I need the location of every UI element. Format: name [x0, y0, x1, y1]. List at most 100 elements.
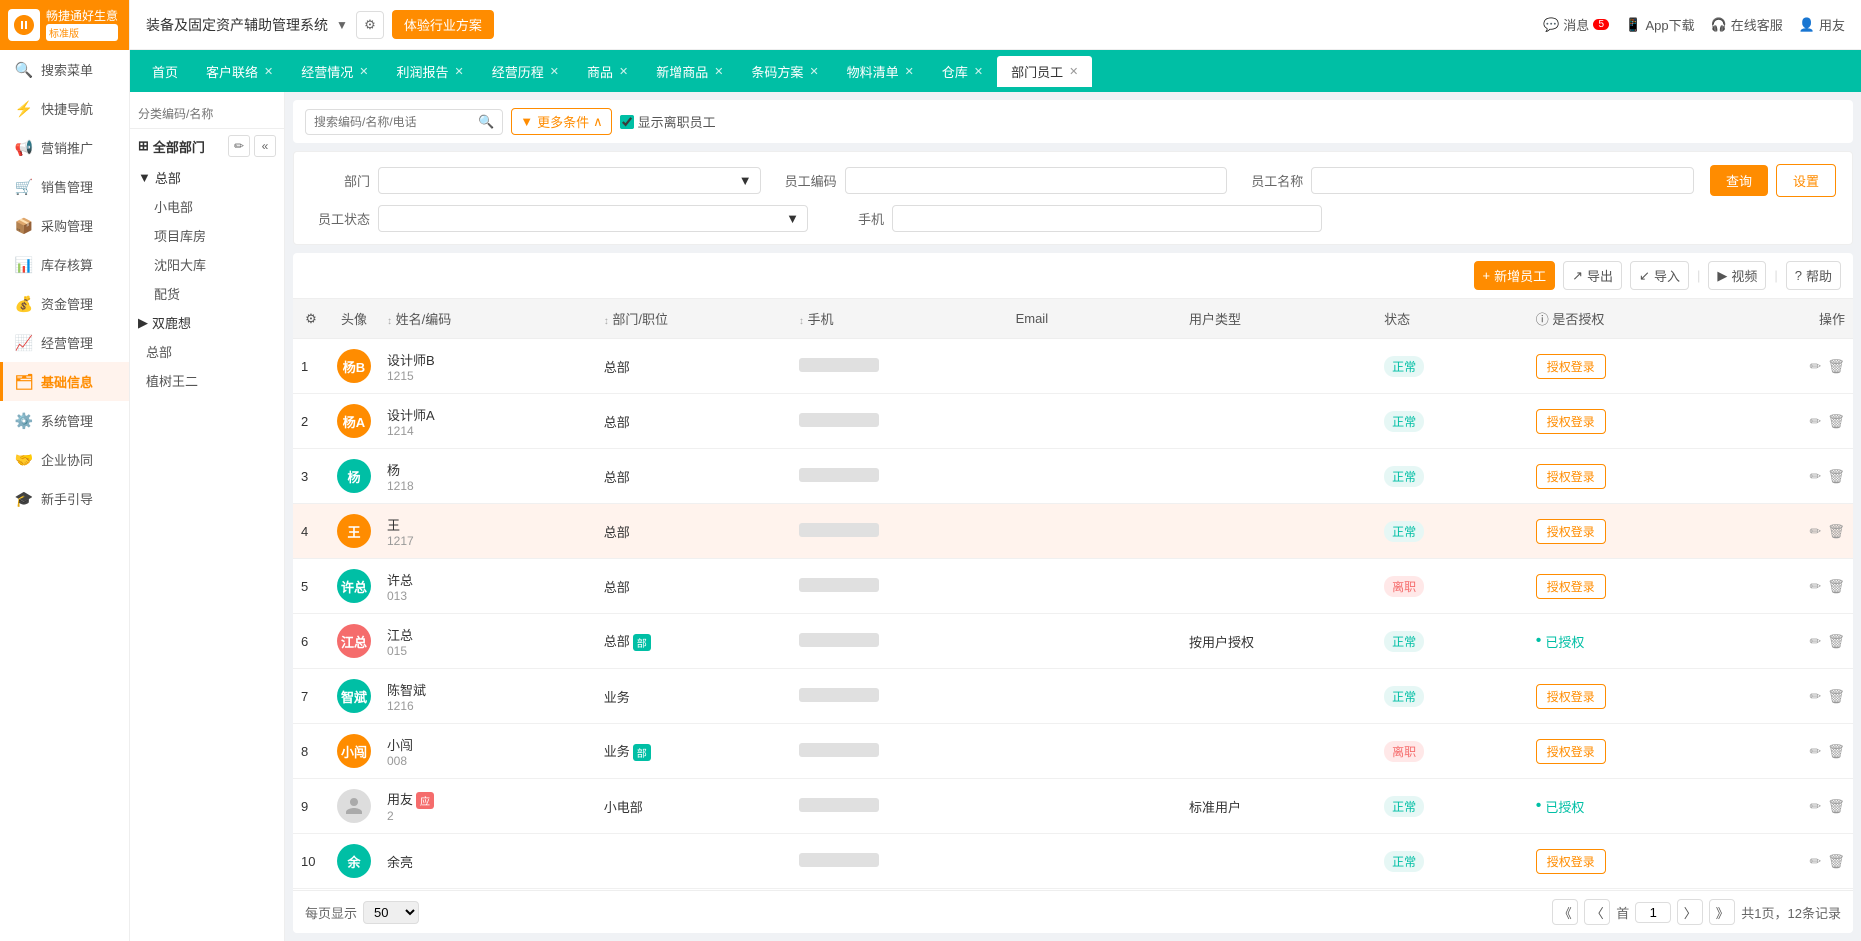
- settings-gear-btn[interactable]: ⚙: [356, 11, 384, 39]
- sidebar-item-purchase[interactable]: 📦 采购管理: [0, 206, 129, 245]
- delete-row-btn[interactable]: 🗑: [1827, 798, 1845, 815]
- dept-group-zongbu[interactable]: ▼ 总部: [130, 163, 284, 192]
- edit-row-btn[interactable]: ✏: [1809, 578, 1821, 595]
- dept-item-pumiu[interactable]: 植树王二: [130, 366, 284, 395]
- auth-login-btn[interactable]: 授权登录: [1536, 849, 1606, 874]
- edit-row-btn[interactable]: ✏: [1809, 798, 1821, 815]
- emp-code-input[interactable]: [845, 167, 1228, 194]
- delete-row-btn[interactable]: 🗑: [1827, 468, 1845, 485]
- auth-login-btn[interactable]: 授权登录: [1536, 574, 1606, 599]
- edit-row-btn[interactable]: ✏: [1809, 853, 1821, 870]
- tab-history[interactable]: 经营历程 ✕: [478, 56, 573, 87]
- edit-row-btn[interactable]: ✏: [1809, 358, 1821, 375]
- tab-operation-status[interactable]: 经营情况 ✕: [287, 56, 382, 87]
- tab-barcode-close[interactable]: ✕: [809, 65, 818, 78]
- dept-item-xiangmu[interactable]: 项目库房: [138, 221, 284, 250]
- last-page-btn[interactable]: 》: [1709, 899, 1735, 925]
- tab-add-goods-close[interactable]: ✕: [714, 65, 723, 78]
- auth-login-btn[interactable]: 授权登录: [1536, 739, 1606, 764]
- col-dept[interactable]: ↕ 部门/职位: [596, 299, 791, 339]
- topbar-dropdown[interactable]: ▼: [336, 18, 348, 32]
- delete-row-btn[interactable]: 🗑: [1827, 358, 1845, 375]
- app-download-btn[interactable]: 📱 App下载: [1625, 15, 1694, 34]
- col-settings[interactable]: ⚙: [293, 299, 329, 339]
- edit-row-btn[interactable]: ✏: [1809, 633, 1821, 650]
- dept-collapse-icon[interactable]: «: [254, 135, 276, 157]
- online-service-btn[interactable]: 🎧 在线客服: [1711, 15, 1783, 34]
- user-btn[interactable]: 👤 用友: [1799, 15, 1845, 34]
- emp-name-input[interactable]: [1311, 167, 1694, 194]
- delete-row-btn[interactable]: 🗑: [1827, 523, 1845, 540]
- auth-login-btn[interactable]: 授权登录: [1536, 684, 1606, 709]
- dept-group-shuanglu[interactable]: ▶ 双鹿想: [130, 308, 284, 337]
- auth-login-btn[interactable]: 授权登录: [1536, 519, 1606, 544]
- first-page-btn[interactable]: 《: [1552, 899, 1578, 925]
- tab-customer[interactable]: 客户联络 ✕: [192, 56, 287, 87]
- show-resigned-toggle[interactable]: 显示离职员工: [620, 112, 716, 131]
- emp-search-input[interactable]: [314, 115, 474, 129]
- edit-row-btn[interactable]: ✏: [1809, 413, 1821, 430]
- delete-row-btn[interactable]: 🗑: [1827, 413, 1845, 430]
- tab-customer-close[interactable]: ✕: [264, 65, 273, 78]
- tab-add-goods[interactable]: 新增商品 ✕: [642, 56, 737, 87]
- dept-item-xiaodianbu[interactable]: 小电部: [138, 192, 284, 221]
- edit-row-btn[interactable]: ✏: [1809, 468, 1821, 485]
- dept-item-shenyang[interactable]: 沈阳大库: [138, 250, 284, 279]
- sidebar-item-quick-nav[interactable]: ⚡ 快捷导航: [0, 89, 129, 128]
- delete-row-btn[interactable]: 🗑: [1827, 743, 1845, 760]
- sidebar-item-finance[interactable]: 💰 资金管理: [0, 284, 129, 323]
- auth-login-btn[interactable]: 授权登录: [1536, 464, 1606, 489]
- per-page-select[interactable]: 50 100 200: [363, 901, 419, 924]
- tab-goods[interactable]: 商品 ✕: [573, 56, 642, 87]
- tab-profit-close[interactable]: ✕: [455, 65, 464, 78]
- sidebar-item-sales[interactable]: 🛒 销售管理: [0, 167, 129, 206]
- edit-row-btn[interactable]: ✏: [1809, 523, 1821, 540]
- edit-row-btn[interactable]: ✏: [1809, 743, 1821, 760]
- tab-employees[interactable]: 部门员工 ✕: [997, 56, 1092, 87]
- messages-btn[interactable]: 💬 消息 5: [1543, 15, 1609, 34]
- col-phone[interactable]: ↕ 手机: [791, 299, 1008, 339]
- view-btn[interactable]: ▶ 视频: [1708, 261, 1766, 290]
- sidebar-item-basic[interactable]: 🗂 基础信息: [0, 362, 129, 401]
- dept-edit-icon[interactable]: ✏: [228, 135, 250, 157]
- sidebar-item-guide[interactable]: 🎓 新手引导: [0, 479, 129, 518]
- col-name[interactable]: ↕ 姓名/编码: [379, 299, 596, 339]
- tab-goods-close[interactable]: ✕: [619, 65, 628, 78]
- tab-profit[interactable]: 利润报告 ✕: [382, 56, 477, 87]
- dept-search-input[interactable]: [138, 107, 285, 121]
- next-page-btn[interactable]: 〉: [1677, 899, 1703, 925]
- auth-login-btn[interactable]: 授权登录: [1536, 354, 1606, 379]
- all-dept-label[interactable]: ⊞ 全部部门: [138, 137, 205, 156]
- add-employee-btn[interactable]: + 新增员工: [1474, 261, 1556, 290]
- emp-status-select[interactable]: ▼: [378, 205, 808, 232]
- delete-row-btn[interactable]: 🗑: [1827, 853, 1845, 870]
- dept-filter-select[interactable]: ▼: [378, 167, 761, 194]
- page-input[interactable]: [1635, 902, 1671, 923]
- delete-row-btn[interactable]: 🗑: [1827, 578, 1845, 595]
- sidebar-item-inventory[interactable]: 📊 库存核算: [0, 245, 129, 284]
- show-resigned-checkbox[interactable]: [620, 115, 634, 129]
- tab-employees-close[interactable]: ✕: [1069, 65, 1078, 78]
- settings-btn[interactable]: 设置: [1776, 164, 1836, 197]
- more-conditions-btn[interactable]: ▼ 更多条件 ∧: [511, 108, 611, 135]
- dept-item-zongbu2[interactable]: 总部: [130, 337, 284, 366]
- sidebar-item-marketing[interactable]: 📢 营销推广: [0, 128, 129, 167]
- trial-btn[interactable]: 体验行业方案: [392, 10, 494, 39]
- query-btn[interactable]: 查询: [1710, 165, 1768, 196]
- edit-row-btn[interactable]: ✏: [1809, 688, 1821, 705]
- sidebar-item-system[interactable]: ⚙️ 系统管理: [0, 401, 129, 440]
- tab-history-close[interactable]: ✕: [550, 65, 559, 78]
- prev-page-btn[interactable]: 〈: [1584, 899, 1610, 925]
- tab-warehouse[interactable]: 仓库 ✕: [928, 56, 997, 87]
- delete-row-btn[interactable]: 🗑: [1827, 688, 1845, 705]
- auth-login-btn[interactable]: 授权登录: [1536, 409, 1606, 434]
- tab-home[interactable]: 首页: [138, 56, 192, 87]
- emp-search-icon[interactable]: 🔍: [478, 114, 494, 130]
- sidebar-item-collab[interactable]: 🤝 企业协同: [0, 440, 129, 479]
- delete-row-btn[interactable]: 🗑: [1827, 633, 1845, 650]
- tab-barcode[interactable]: 条码方案 ✕: [737, 56, 832, 87]
- tab-bom[interactable]: 物料清单 ✕: [833, 56, 928, 87]
- dept-item-peihuo[interactable]: 配货: [138, 279, 284, 308]
- sidebar-item-operation[interactable]: 📈 经营管理: [0, 323, 129, 362]
- export-btn[interactable]: ↗ 导出: [1563, 261, 1622, 290]
